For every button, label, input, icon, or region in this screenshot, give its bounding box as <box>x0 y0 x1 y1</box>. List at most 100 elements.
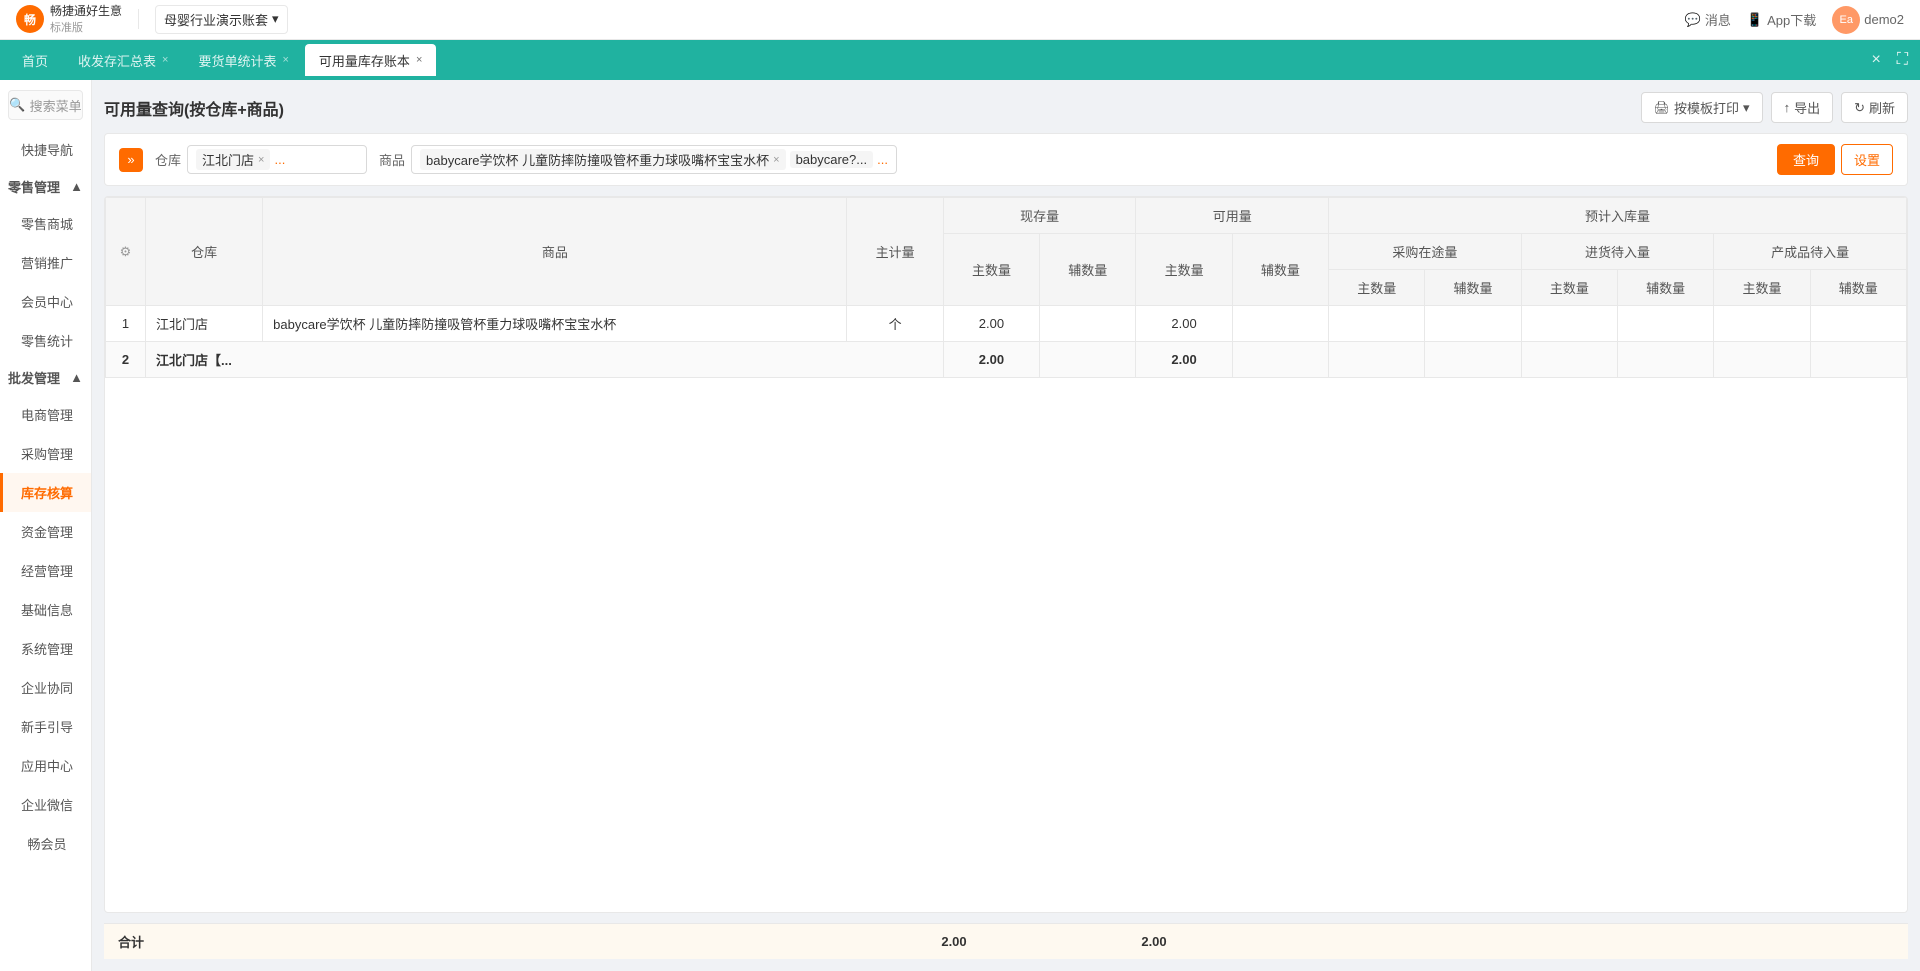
row-product-sub <box>1810 306 1906 342</box>
page-title: 可用量查询(按仓库+商品) <box>104 96 284 120</box>
sidebar-item-retail-management[interactable]: 零售管理 ▲ <box>0 169 91 204</box>
sidebar-item-wecom[interactable]: 企业微信 <box>0 785 91 824</box>
sidebar-item-system[interactable]: 系统管理 <box>0 629 91 668</box>
print-btn[interactable]: 🖨 按模板打印 ▾ <box>1641 92 1763 123</box>
fullscreen-btn[interactable]: ⛶ <box>1893 47 1912 73</box>
page-actions: 🖨 按模板打印 ▾ ↑ 导出 ↻ 刷新 <box>1641 92 1909 123</box>
filter-warehouse-group: 仓库 江北门店 × ... <box>155 145 367 174</box>
nav-tabs: 首页 收发存汇总表 × 要货单统计表 × 可用量库存账本 × × ⛶ <box>0 40 1920 80</box>
export-btn[interactable]: ↑ 导出 <box>1771 92 1834 123</box>
top-bar: 畅 畅捷通好生意 标准版 母婴行业演示账套 ▾ 💬 消息 📱 App下载 Ea … <box>0 0 1920 40</box>
app-download-btn[interactable]: 📱 App下载 <box>1747 10 1816 29</box>
filter-expand-btn[interactable]: » <box>119 148 143 172</box>
setting-btn[interactable]: 设置 <box>1841 144 1893 175</box>
subtotal-stock-sub <box>1040 342 1136 378</box>
industry-selector[interactable]: 母婴行业演示账套 ▾ <box>155 5 288 34</box>
row-product: babycare学饮杯 儿童防摔防撞吸管杯重力球吸嘴杯宝宝水杯 <box>263 306 847 342</box>
expand-icon: » <box>127 152 134 167</box>
query-btn[interactable]: 查询 <box>1777 144 1835 175</box>
nav-tabs-actions: × ⛶ <box>1867 47 1912 73</box>
subtotal-p4 <box>1617 342 1713 378</box>
sidebar-item-retail-stats[interactable]: 零售统计 <box>0 321 91 360</box>
user-area[interactable]: Ea demo2 <box>1832 6 1904 34</box>
search-icon: 🔍 <box>9 97 25 113</box>
sidebar-item-wholesale-management[interactable]: 批发管理 ▲ <box>0 360 91 395</box>
col-purchase-main-header: 主数量 <box>1329 270 1425 306</box>
sidebar-item-guide[interactable]: 新手引导 <box>0 707 91 746</box>
sidebar-item-inventory[interactable]: 库存核算 <box>0 473 91 512</box>
sidebar-item-member[interactable]: 畅会员 <box>0 824 91 863</box>
tab-order-stats[interactable]: 要货单统计表 × <box>184 44 302 76</box>
enterprise-label: 企业协同 <box>21 681 73 696</box>
subtotal-p6 <box>1810 342 1906 378</box>
row-incoming-main <box>1521 306 1617 342</box>
settings-icon[interactable]: ⚙ <box>120 244 132 259</box>
sidebar-item-purchase[interactable]: 采购管理 <box>0 434 91 473</box>
sidebar-item-member-center[interactable]: 会员中心 <box>0 282 91 321</box>
sidebar-search-area: 🔍 搜索菜单 <box>0 80 91 130</box>
finance-label: 资金管理 <box>21 525 73 540</box>
table-container: ⚙ 仓库 商品 主计量 现存量 可用量 预计入库量 主数量 辅数量 主数量 辅数… <box>104 196 1908 913</box>
sidebar-item-business[interactable]: 经营管理 <box>0 551 91 590</box>
warehouse-tag: 江北门店 × <box>196 149 270 170</box>
row-unit: 个 <box>847 306 943 342</box>
sidebar-item-marketing[interactable]: 营销推广 <box>0 243 91 282</box>
sidebar-item-app-center[interactable]: 应用中心 <box>0 746 91 785</box>
user-name: demo2 <box>1864 12 1904 27</box>
total-avail-main: 2.00 <box>1114 934 1194 949</box>
search-menu-btn[interactable]: 🔍 搜索菜单 <box>8 90 83 120</box>
product-input[interactable]: babycare学饮杯 儿童防摔防撞吸管杯重力球吸嘴杯宝宝水杯 × babyca… <box>411 145 897 174</box>
tab-stock-summary[interactable]: 收发存汇总表 × <box>64 44 182 76</box>
wecom-label: 企业微信 <box>21 798 73 813</box>
export-icon: ↑ <box>1784 100 1791 115</box>
tab-available-stock-close[interactable]: × <box>416 54 422 66</box>
product-tag2: babycare?... <box>790 151 874 168</box>
warehouse-input[interactable]: 江北门店 × ... <box>187 145 367 174</box>
col-incoming-sub-header: 辅数量 <box>1617 270 1713 306</box>
tab-stock-summary-close[interactable]: × <box>162 54 168 66</box>
sidebar-item-retail-mall[interactable]: 零售商城 <box>0 204 91 243</box>
product-more-btn[interactable]: ... <box>877 152 888 167</box>
retail-stats-label: 零售统计 <box>21 334 73 349</box>
content-area: 可用量查询(按仓库+商品) 🖨 按模板打印 ▾ ↑ 导出 ↻ 刷新 <box>92 80 1920 971</box>
sidebar-item-finance[interactable]: 资金管理 <box>0 512 91 551</box>
close-all-tabs-btn[interactable]: × <box>1867 47 1884 73</box>
row-purchase-main <box>1329 306 1425 342</box>
basic-info-label: 基础信息 <box>21 603 73 618</box>
export-label: 导出 <box>1794 98 1820 117</box>
refresh-btn[interactable]: ↻ 刷新 <box>1841 92 1908 123</box>
product-tag1-close[interactable]: × <box>773 154 779 166</box>
subtotal-avail-sub <box>1232 342 1328 378</box>
logo-text: 畅捷通好生意 <box>50 4 122 18</box>
tab-home[interactable]: 首页 <box>8 44 62 76</box>
guide-label: 新手引导 <box>21 720 73 735</box>
row-stock-main: 2.00 <box>943 306 1039 342</box>
warehouse-more-btn[interactable]: ... <box>274 152 285 167</box>
table-header-row1: ⚙ 仓库 商品 主计量 现存量 可用量 预计入库量 <box>106 198 1907 234</box>
retail-management-label: 零售管理 <box>8 177 60 196</box>
sidebar: 🔍 搜索菜单 快捷导航 零售管理 ▲ 零售商城 营销推广 会员中心 零售统计 批… <box>0 80 92 971</box>
chevron-down-icon: ▾ <box>272 11 279 27</box>
message-icon: 💬 <box>1685 12 1701 28</box>
message-btn[interactable]: 💬 消息 <box>1685 10 1731 29</box>
sidebar-item-quick-nav[interactable]: 快捷导航 <box>0 130 91 169</box>
col-forecast-header: 预计入库量 <box>1329 198 1907 234</box>
arrow-icon: ▲ <box>70 179 83 194</box>
warehouse-value: 江北门店 <box>202 150 254 169</box>
col-settings-header[interactable]: ⚙ <box>106 198 146 306</box>
message-label: 消息 <box>1705 10 1731 29</box>
avatar: Ea <box>1832 6 1860 34</box>
sidebar-item-ecommerce[interactable]: 电商管理 <box>0 395 91 434</box>
warehouse-tag-close[interactable]: × <box>258 154 264 166</box>
tab-order-stats-close[interactable]: × <box>282 54 288 66</box>
row-product-main <box>1714 306 1810 342</box>
sidebar-item-basic-info[interactable]: 基础信息 <box>0 590 91 629</box>
tab-home-label: 首页 <box>22 51 48 70</box>
divider <box>138 9 139 29</box>
sidebar-item-enterprise[interactable]: 企业协同 <box>0 668 91 707</box>
tab-available-stock[interactable]: 可用量库存账本 × <box>305 44 436 76</box>
subtotal-p2 <box>1425 342 1521 378</box>
filter-product-group: 商品 babycare学饮杯 儿童防摔防撞吸管杯重力球吸嘴杯宝宝水杯 × bab… <box>379 145 897 174</box>
print-label: 按模板打印 <box>1674 98 1739 117</box>
subtotal-avail-main: 2.00 <box>1136 342 1232 378</box>
